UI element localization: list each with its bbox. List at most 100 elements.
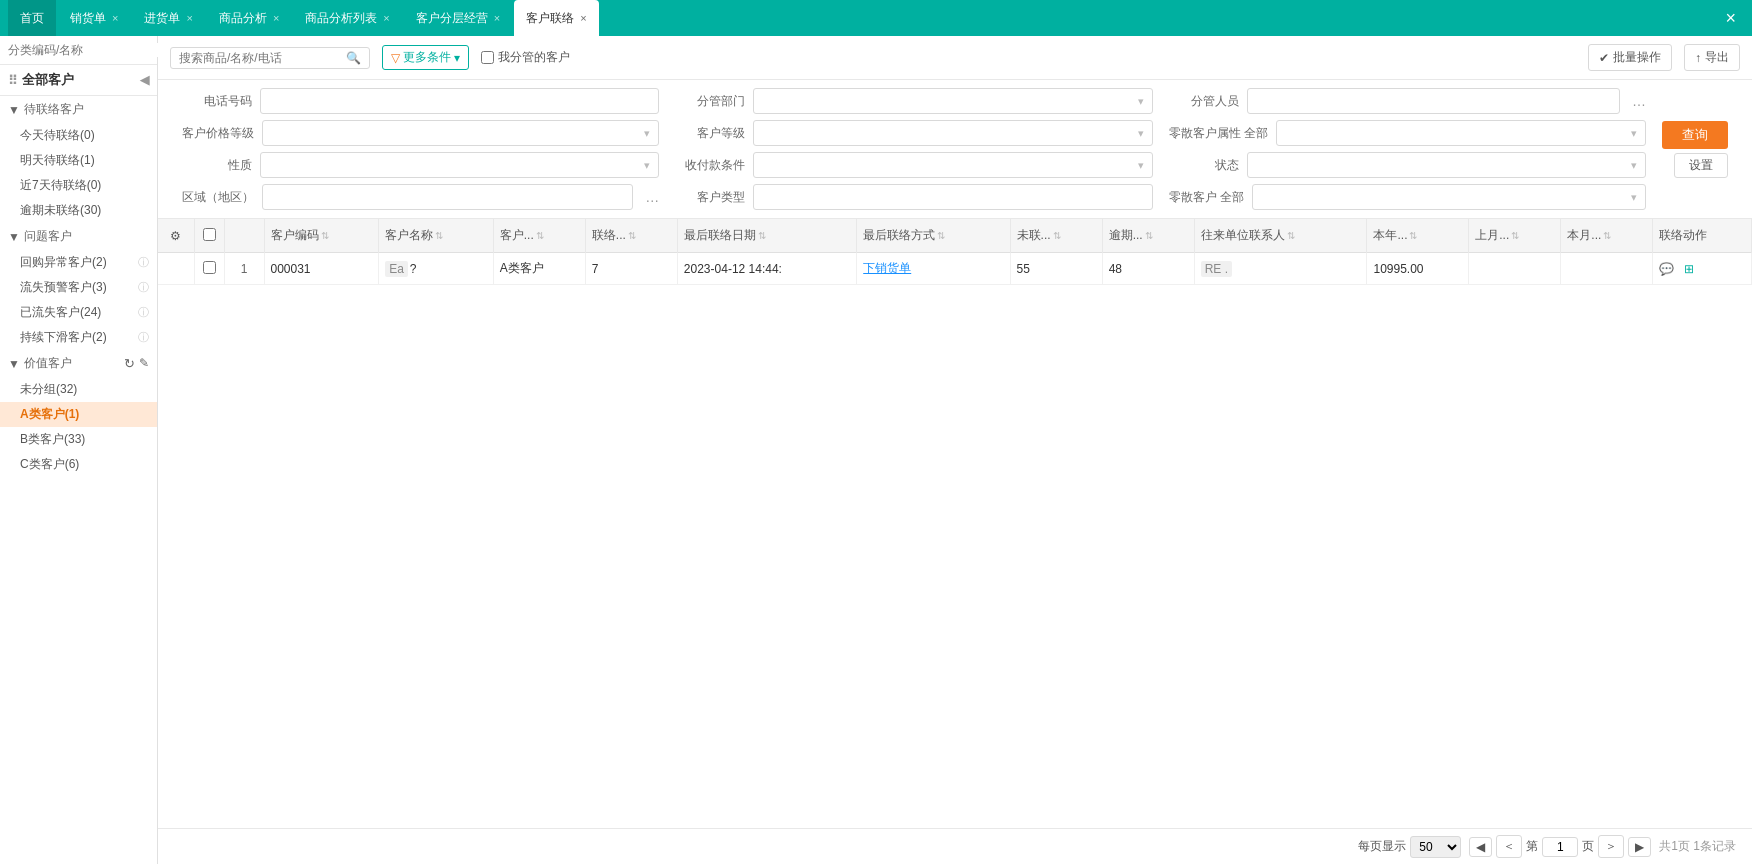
filter-bar: 🔍 ▽ 更多条件 ▾ 我分管的客户 ✔ 批量操作 ↑ 导出 <box>158 36 1752 80</box>
last-page-btn[interactable]: ▶ <box>1628 837 1651 857</box>
grid-action-icon[interactable]: ⊞ <box>1684 262 1694 276</box>
price-level-select[interactable]: ▾ <box>262 120 659 146</box>
th-contact[interactable]: 联络... ⇅ <box>585 219 677 253</box>
page-input[interactable] <box>1542 837 1578 857</box>
filter-retail: 零散客户 全部 ▾ <box>1161 184 1654 210</box>
batch-op-btn[interactable]: ✔ 批量操作 <box>1588 44 1672 71</box>
sidebar-item-class-a[interactable]: A类客户(1) <box>0 402 157 427</box>
nav-tab-sales[interactable]: 销货单 × <box>58 0 130 36</box>
region-label: 区域（地区） <box>182 189 254 206</box>
th-name[interactable]: 客户名称 ⇅ <box>379 219 494 253</box>
sidebar-collapse-btn[interactable]: ◀ <box>140 73 149 87</box>
next-page-btn[interactable]: ＞ <box>1598 835 1624 858</box>
chat-action-icon[interactable]: 💬 <box>1659 262 1674 276</box>
th-type[interactable]: 客户... ⇅ <box>493 219 585 253</box>
td-this-year: 10995.00 <box>1367 253 1469 285</box>
value-refresh-icon[interactable]: ↻ <box>124 356 135 371</box>
nav-tab-customer-segment[interactable]: 客户分层经营 × <box>404 0 512 36</box>
value-edit-icon[interactable]: ✎ <box>139 356 149 371</box>
retail-attr-select[interactable]: ▾ <box>1276 120 1646 146</box>
sidebar-item-tomorrow[interactable]: 明天待联络(1) <box>0 148 157 173</box>
close-all-btn[interactable]: × <box>1717 8 1744 29</box>
region-dots-icon[interactable]: … <box>645 189 659 205</box>
manager-input[interactable] <box>1247 88 1620 114</box>
cust-level-select[interactable]: ▾ <box>753 120 1152 146</box>
status-select[interactable]: ▾ <box>1247 152 1646 178</box>
th-this-month[interactable]: 本月... ⇅ <box>1561 219 1653 253</box>
close-goods-tab[interactable]: × <box>273 12 279 24</box>
payment-select[interactable]: ▾ <box>753 152 1152 178</box>
problem-arrow-icon: ▼ <box>8 230 20 244</box>
close-customer-segment-tab[interactable]: × <box>494 12 500 24</box>
th-this-year[interactable]: 本年... ⇅ <box>1367 219 1469 253</box>
phone-input[interactable] <box>260 88 659 114</box>
row-checkbox[interactable] <box>203 261 216 274</box>
th-last-date[interactable]: 最后联络日期 ⇅ <box>677 219 856 253</box>
sidebar-item-today[interactable]: 今天待联络(0) <box>0 123 157 148</box>
th-not-contact[interactable]: 未联... ⇅ <box>1010 219 1102 253</box>
sidebar-item-class-c[interactable]: C类客户(6) <box>0 452 157 477</box>
nav-tab-purchase[interactable]: 进货单 × <box>132 0 204 36</box>
main-layout: 🔍 ⠿ 全部客户 ◀ ▼ 待联络客户 今天待联络(0) 明天待联络(1) 近7天… <box>0 36 1752 864</box>
info-icon-1: ⓘ <box>138 280 149 295</box>
my-customers-checkbox[interactable] <box>481 51 494 64</box>
export-btn[interactable]: ↑ 导出 <box>1684 44 1740 71</box>
td-check[interactable] <box>194 253 224 285</box>
sidebar-item-unclassified[interactable]: 未分组(32) <box>0 377 157 402</box>
my-customers-filter[interactable]: 我分管的客户 <box>481 49 570 66</box>
filter-search-icon[interactable]: 🔍 <box>346 51 361 65</box>
dept-chevron-icon: ▾ <box>1138 95 1144 108</box>
close-sales-tab[interactable]: × <box>112 12 118 24</box>
sidebar-search-input[interactable] <box>8 43 158 57</box>
first-page-btn[interactable]: ◀ <box>1469 837 1492 857</box>
dept-select[interactable]: ▾ <box>753 88 1152 114</box>
unit-contact-blob: RE . <box>1201 261 1232 277</box>
select-all-checkbox[interactable] <box>203 228 216 241</box>
table-row: 1 000031 Ea? A类客户 7 2023-04-12 14:44: 下销… <box>158 253 1752 285</box>
sidebar-item-declining[interactable]: 持续下滑客户(2) ⓘ <box>0 325 157 350</box>
prev-page-btn[interactable]: ＜ <box>1496 835 1522 858</box>
th-last-month[interactable]: 上月... ⇅ <box>1469 219 1561 253</box>
cust-type-input[interactable] <box>753 184 1152 210</box>
th-num <box>224 219 264 253</box>
filter-more-btn[interactable]: ▽ 更多条件 ▾ <box>382 45 469 70</box>
sidebar-item-7days[interactable]: 近7天待联络(0) <box>0 173 157 198</box>
region-input[interactable] <box>262 184 633 210</box>
sidebar-item-churn-warning[interactable]: 流失预警客户(3) ⓘ <box>0 275 157 300</box>
nature-select[interactable]: ▾ <box>260 152 659 178</box>
sidebar-section-pending[interactable]: ▼ 待联络客户 <box>0 96 157 123</box>
th-last-method[interactable]: 最后联络方式 ⇅ <box>857 219 1010 253</box>
close-purchase-tab[interactable]: × <box>186 12 192 24</box>
cust-type-label: 客户类型 <box>675 189 745 206</box>
nav-tab-customer-contact[interactable]: 客户联络 × <box>514 0 598 36</box>
sidebar-item-repurchase-abnormal[interactable]: 回购异常客户(2) ⓘ <box>0 250 157 275</box>
close-customer-contact-tab[interactable]: × <box>580 12 586 24</box>
sidebar-section-problem[interactable]: ▼ 问题客户 <box>0 223 157 250</box>
th-unit-contact[interactable]: 往来单位联系人 ⇅ <box>1194 219 1367 253</box>
filter-settings-btn[interactable]: 设置 <box>1674 153 1728 178</box>
sidebar-section-value[interactable]: ▼ 价值客户 ↻ ✎ <box>0 350 157 377</box>
manager-dots-icon[interactable]: … <box>1632 93 1646 109</box>
query-btn[interactable]: 查询 <box>1662 121 1728 149</box>
nav-tab-home[interactable]: 首页 <box>8 0 56 36</box>
page-size-select[interactable]: 50 10 20 100 <box>1410 836 1461 858</box>
filter-search-input[interactable] <box>179 51 342 65</box>
sidebar-item-class-b[interactable]: B类客户(33) <box>0 427 157 452</box>
last-method-link[interactable]: 下销货单 <box>863 261 911 275</box>
nav-tab-goods-list[interactable]: 商品分析列表 × <box>293 0 401 36</box>
filter-action-btns: 查询 设置 <box>1654 88 1736 210</box>
td-last-month <box>1469 253 1561 285</box>
retail-select[interactable]: ▾ <box>1252 184 1646 210</box>
th-overdue[interactable]: 逾期... ⇅ <box>1102 219 1194 253</box>
close-goods-list-tab[interactable]: × <box>383 12 389 24</box>
filter-retail-attr: 零散客户属性 全部 ▾ <box>1161 120 1654 146</box>
th-check[interactable] <box>194 219 224 253</box>
sidebar-item-churned[interactable]: 已流失客户(24) ⓘ <box>0 300 157 325</box>
sidebar-item-overdue[interactable]: 逾期未联络(30) <box>0 198 157 223</box>
code-sort-icon: ⇅ <box>321 230 329 241</box>
name-blob: Ea <box>385 261 408 277</box>
nav-tab-goods[interactable]: 商品分析 × <box>207 0 291 36</box>
th-code[interactable]: 客户编码 ⇅ <box>264 219 379 253</box>
all-customers-label: 全部客户 <box>22 71 74 89</box>
th-gear[interactable]: ⚙ <box>158 219 194 253</box>
